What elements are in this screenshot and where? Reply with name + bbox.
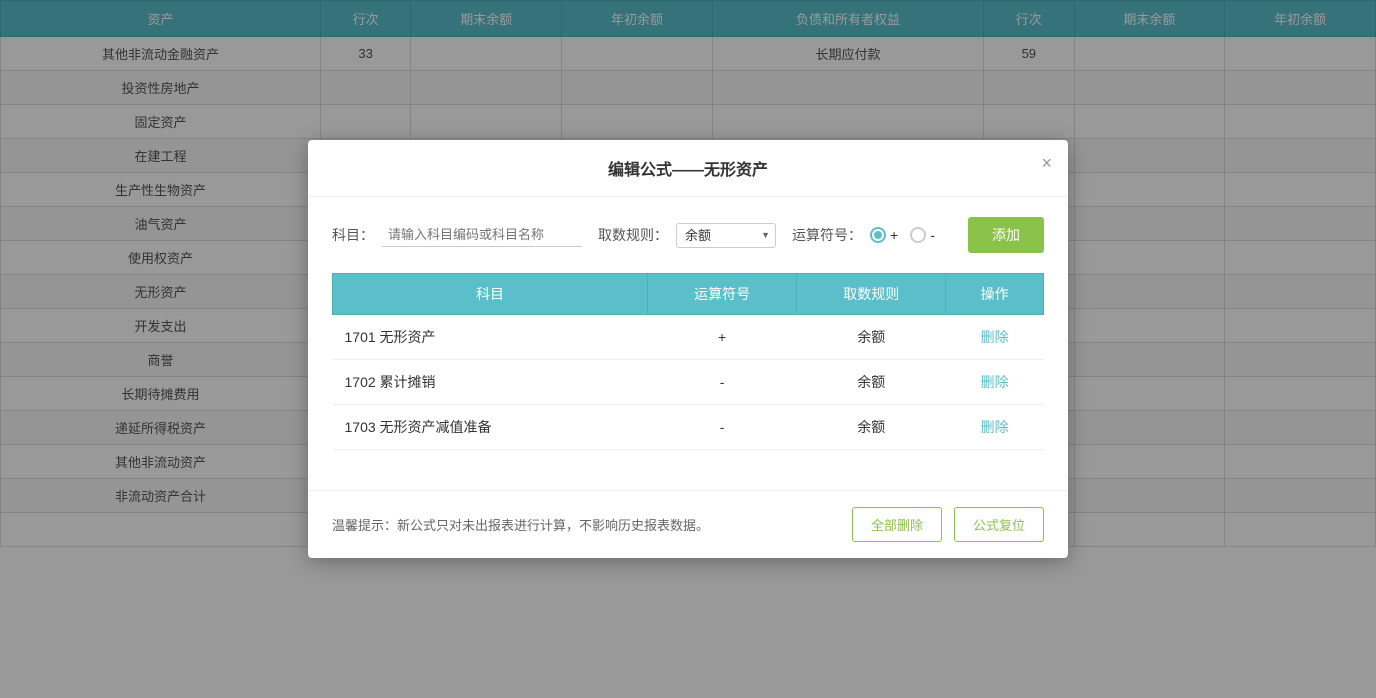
- row-subject: 1703 无形资产减值准备: [333, 405, 648, 450]
- modal-close-button[interactable]: ×: [1041, 154, 1052, 172]
- rule-select-wrapper: 余额 借方发生额 贷方发生额: [676, 223, 776, 248]
- row-operator: -: [648, 360, 797, 405]
- radio-group: + -: [870, 227, 935, 243]
- row-rule: 余额: [797, 360, 946, 405]
- table-header-cell: 取数规则: [797, 274, 946, 315]
- row-operator: +: [648, 315, 797, 360]
- row-operator: -: [648, 405, 797, 450]
- modal: 编辑公式——无形资产 × 科目： 取数规则： 余额 借方发生额 贷方发生额: [308, 140, 1068, 558]
- radio-minus-label: -: [930, 227, 935, 243]
- table-row: 1701 无形资产 + 余额 删除: [333, 315, 1044, 360]
- formula-table: 科目运算符号取数规则操作 1701 无形资产 + 余额 删除 1702 累计摊销…: [332, 273, 1044, 450]
- subject-input[interactable]: [382, 223, 582, 247]
- table-header-cell: 科目: [333, 274, 648, 315]
- modal-title: 编辑公式——无形资产: [608, 162, 768, 179]
- rule-group: 取数规则： 余额 借方发生额 贷方发生额: [598, 223, 776, 248]
- row-action: 删除: [946, 405, 1044, 450]
- form-row: 科目： 取数规则： 余额 借方发生额 贷方发生额 运算符号：: [332, 217, 1044, 253]
- radio-plus[interactable]: +: [870, 227, 898, 243]
- row-action: 删除: [946, 360, 1044, 405]
- subject-group: 科目：: [332, 223, 582, 247]
- row-action: 删除: [946, 315, 1044, 360]
- table-row: 1702 累计摊销 - 余额 删除: [333, 360, 1044, 405]
- rule-select[interactable]: 余额 借方发生额 贷方发生额: [676, 223, 776, 248]
- delete-link[interactable]: 删除: [981, 374, 1009, 390]
- modal-body: 科目： 取数规则： 余额 借方发生额 贷方发生额 运算符号：: [308, 197, 1068, 490]
- radio-plus-label: +: [890, 227, 898, 243]
- radio-minus-indicator: [910, 227, 926, 243]
- radio-plus-indicator: [870, 227, 886, 243]
- row-rule: 余额: [797, 315, 946, 360]
- row-rule: 余额: [797, 405, 946, 450]
- tip-text: 温馨提示：新公式只对未出报表进行计算，不影响历史报表数据。: [332, 515, 709, 534]
- delete-link[interactable]: 删除: [981, 329, 1009, 345]
- add-button[interactable]: 添加: [968, 217, 1044, 253]
- operator-label: 运算符号：: [792, 225, 862, 245]
- table-header-cell: 运算符号: [648, 274, 797, 315]
- table-row: 1703 无形资产减值准备 - 余额 删除: [333, 405, 1044, 450]
- modal-footer: 温馨提示：新公式只对未出报表进行计算，不影响历史报表数据。 全部删除 公式复位: [308, 490, 1068, 558]
- modal-header: 编辑公式——无形资产 ×: [308, 140, 1068, 197]
- reset-button[interactable]: 公式复位: [954, 507, 1044, 542]
- row-subject: 1702 累计摊销: [333, 360, 648, 405]
- table-header-cell: 操作: [946, 274, 1044, 315]
- delete-all-button[interactable]: 全部删除: [852, 507, 942, 542]
- modal-overlay: 编辑公式——无形资产 × 科目： 取数规则： 余额 借方发生额 贷方发生额: [0, 0, 1376, 698]
- row-subject: 1701 无形资产: [333, 315, 648, 360]
- subject-label: 科目：: [332, 225, 374, 245]
- operator-group: 运算符号： + -: [792, 225, 935, 245]
- delete-link[interactable]: 删除: [981, 419, 1009, 435]
- radio-minus[interactable]: -: [910, 227, 935, 243]
- footer-buttons: 全部删除 公式复位: [852, 507, 1044, 542]
- rule-label: 取数规则：: [598, 225, 668, 245]
